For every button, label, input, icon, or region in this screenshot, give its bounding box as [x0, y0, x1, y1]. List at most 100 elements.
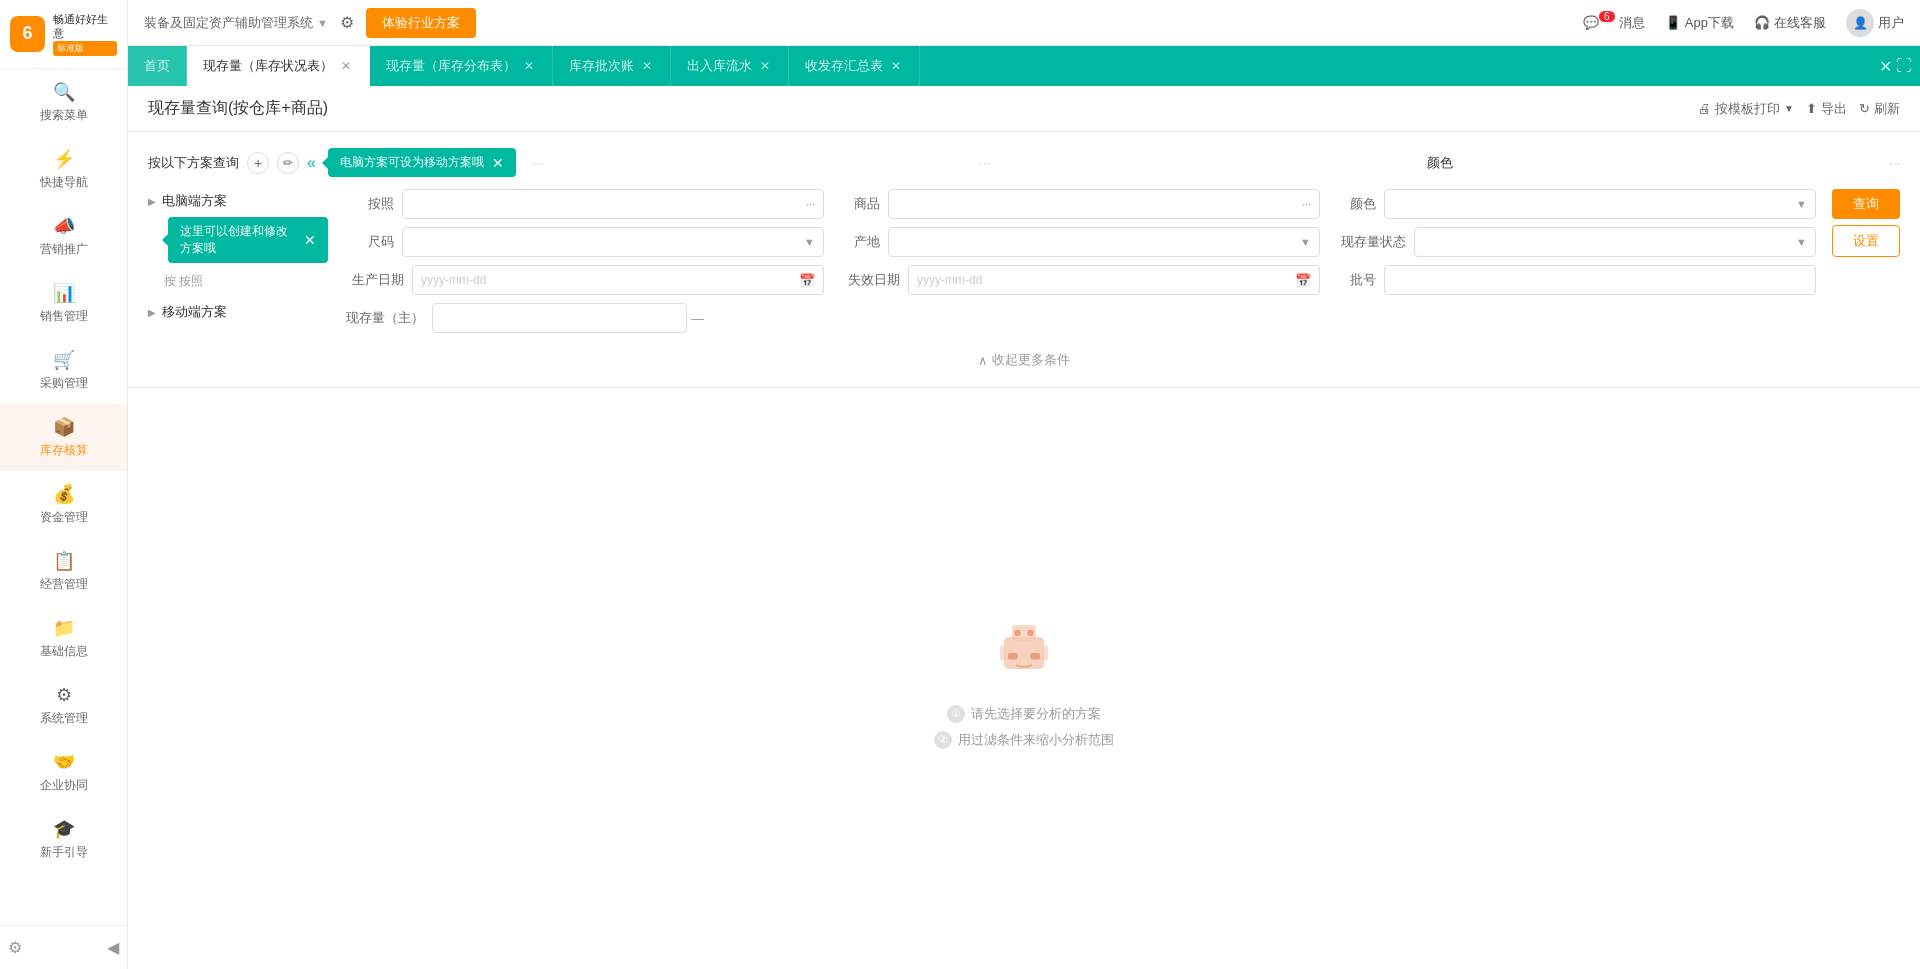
filter-row-expire-date: 失效日期 yyyy-mm-dd 📅 — [840, 265, 1320, 295]
reset-button[interactable]: 设置 — [1832, 225, 1900, 257]
settings-icon[interactable]: ⚙ — [340, 13, 354, 32]
filter-edit-button[interactable]: ✏ — [277, 152, 299, 174]
settings-bottom-icon[interactable]: ⚙ — [8, 938, 22, 957]
experience-button[interactable]: 体验行业方案 — [366, 8, 476, 38]
sidebar-item-enterprise[interactable]: 🤝 企业协同 — [0, 739, 127, 806]
search-button[interactable]: 查询 — [1832, 189, 1900, 219]
page-actions: 🖨 按模板打印 ▼ ⬆ 导出 ↻ 刷新 — [1698, 100, 1900, 118]
app-download-action[interactable]: 📱 App下载 — [1665, 14, 1734, 32]
tab-receive-send[interactable]: 收发存汇总表 ✕ — [789, 46, 920, 86]
filter-arrow-button[interactable]: « — [307, 154, 316, 172]
dropdown-chevron-icon: ▼ — [317, 17, 328, 29]
prod-date-input[interactable]: yyyy-mm-dd 📅 — [412, 265, 824, 295]
sidebar-item-marketing[interactable]: 📣 营销推广 — [0, 203, 127, 270]
mobile-scheme-arrow-icon: ▶ — [148, 307, 156, 318]
tooltip-bubble-1: 电脑方案可设为移动方案哦 ✕ — [328, 148, 516, 177]
tab-home[interactable]: 首页 — [128, 46, 187, 86]
tab-receive-send-close[interactable]: ✕ — [889, 59, 903, 73]
origin-chevron-icon: ▼ — [1300, 236, 1311, 248]
tab-in-out-flow[interactable]: 出入库流水 ✕ — [671, 46, 789, 86]
tab-batch-account[interactable]: 库存批次账 ✕ — [553, 46, 671, 86]
size-select[interactable]: ▼ — [402, 227, 824, 257]
basics-icon: 📁 — [53, 617, 75, 639]
stock-status-select[interactable]: ▼ — [1414, 227, 1816, 257]
expire-date-input[interactable]: yyyy-mm-dd 📅 — [908, 265, 1320, 295]
tab-in-out-flow-label: 出入库流水 — [687, 57, 752, 75]
color-filter-dots: ··· — [1889, 155, 1900, 170]
sidebar-item-quick-nav[interactable]: ⚡ 快捷导航 — [0, 136, 127, 203]
sidebar-item-purchase[interactable]: 🛒 采购管理 — [0, 337, 127, 404]
goods-label: 商品 — [840, 195, 880, 213]
system-name-label: 装备及固定资产辅助管理系统 — [144, 14, 313, 32]
goods-select[interactable]: ··· — [888, 189, 1320, 219]
scheme-desktop[interactable]: ▶ 电脑端方案 — [148, 189, 328, 213]
user-action[interactable]: 👤 用户 — [1846, 9, 1904, 37]
sidebar-item-system[interactable]: ⚙ 系统管理 — [0, 672, 127, 739]
newbie-icon: 🎓 — [53, 818, 75, 840]
filter-dots-1: ··· — [532, 155, 543, 170]
sidebar: 6 畅通好好生意 标准版 🔍 搜索菜单 ⚡ 快捷导航 📣 营销推广 📊 销售管理… — [0, 0, 128, 969]
close-tab-btn[interactable]: ✕ — [1879, 57, 1892, 76]
calendar-icon-expire: 📅 — [1295, 273, 1311, 288]
filter-row-stock-status: 现存量状态 ▼ — [1336, 227, 1816, 257]
top-header: 装备及固定资产辅助管理系统 ▼ ⚙ 体验行业方案 💬 6 消息 📱 App下载 … — [128, 0, 1920, 46]
svg-rect-6 — [1000, 645, 1006, 661]
tab-inventory-status[interactable]: 现存量（库存状况表） ✕ — [187, 46, 370, 86]
tab-batch-account-label: 库存批次账 — [569, 57, 634, 75]
filter-add-button[interactable]: + — [247, 152, 269, 174]
color-select[interactable]: ▼ — [1384, 189, 1816, 219]
tab-receive-send-label: 收发存汇总表 — [805, 57, 883, 75]
sidebar-bottom: ⚙ ◀ — [0, 925, 127, 969]
tooltip-1-close[interactable]: ✕ — [492, 155, 504, 171]
refresh-button[interactable]: ↻ 刷新 — [1859, 100, 1900, 118]
warehouse-select[interactable]: ··· — [402, 189, 824, 219]
stock-qty-min-input[interactable] — [432, 303, 687, 333]
sidebar-item-search[interactable]: 🔍 搜索菜单 — [0, 69, 127, 136]
sidebar-item-basics[interactable]: 📁 基础信息 — [0, 605, 127, 672]
top-header-right: 💬 6 消息 📱 App下载 🎧 在线客服 👤 用户 — [1583, 9, 1904, 37]
content-area: 现存量查询(按仓库+商品) 🖨 按模板打印 ▼ ⬆ 导出 ↻ 刷新 — [128, 86, 1920, 969]
operations-icon: 📋 — [53, 550, 75, 572]
sidebar-item-operations[interactable]: 📋 经营管理 — [0, 538, 127, 605]
origin-select[interactable]: ▼ — [888, 227, 1320, 257]
logo-badge: 标准版 — [53, 41, 117, 56]
collapse-sidebar-icon[interactable]: ◀ — [107, 938, 119, 957]
scheme-tree: ▶ 电脑端方案 这里可以创建和修改方案哦 ✕ 按 按照 ▶ — [148, 189, 328, 324]
tab-inventory-dist-label: 现存量（库存分布表） — [386, 57, 516, 75]
filter-header: 按以下方案查询 + ✏ « 电脑方案可设为移动方案哦 ✕ ··· ··· 颜色 … — [148, 148, 1900, 177]
tab-batch-account-close[interactable]: ✕ — [640, 59, 654, 73]
message-badge: 6 — [1599, 11, 1615, 22]
origin-label: 产地 — [840, 233, 880, 251]
maximize-tab-btn[interactable]: ⛶ — [1896, 57, 1912, 75]
online-support-action[interactable]: 🎧 在线客服 — [1754, 14, 1826, 32]
marketing-icon: 📣 — [53, 215, 75, 237]
stock-qty-sep: — — [691, 311, 704, 326]
svg-point-3 — [1027, 629, 1033, 635]
stock-status-chevron-icon: ▼ — [1796, 236, 1807, 248]
sidebar-item-finance[interactable]: 💰 资金管理 — [0, 471, 127, 538]
svg-rect-7 — [1042, 645, 1048, 661]
export-button[interactable]: ⬆ 导出 — [1806, 100, 1847, 118]
template-print-chevron: ▼ — [1784, 103, 1794, 114]
system-name-dropdown[interactable]: 装备及固定资产辅助管理系统 ▼ — [144, 14, 328, 32]
tab-end-buttons: ✕ ⛶ — [1871, 57, 1920, 76]
tab-inventory-dist-close[interactable]: ✕ — [522, 59, 536, 73]
sidebar-item-sales[interactable]: 📊 销售管理 — [0, 270, 127, 337]
tab-inventory-status-close[interactable]: ✕ — [339, 59, 353, 73]
template-print-button[interactable]: 🖨 按模板打印 ▼ — [1698, 100, 1794, 118]
scheme-mobile[interactable]: ▶ 移动端方案 — [148, 300, 328, 324]
size-chevron-icon: ▼ — [804, 236, 815, 248]
tooltip-2-close[interactable]: ✕ — [304, 232, 316, 248]
desktop-arrow-icon: ▶ — [148, 196, 156, 207]
sidebar-item-inventory[interactable]: 📦 库存核算 — [0, 404, 127, 471]
tab-in-out-flow-close[interactable]: ✕ — [758, 59, 772, 73]
batch-input[interactable] — [1384, 265, 1816, 295]
color-filter-label: 颜色 — [1427, 154, 1453, 172]
expire-date-label: 失效日期 — [840, 271, 900, 289]
message-action[interactable]: 💬 6 消息 — [1583, 14, 1645, 32]
collapse-row[interactable]: ∧ 收起更多条件 — [148, 341, 1900, 379]
tab-inventory-dist[interactable]: 现存量（库存分布表） ✕ — [370, 46, 553, 86]
stock-qty-range: — — [432, 303, 704, 333]
sidebar-item-newbie[interactable]: 🎓 新手引导 — [0, 806, 127, 873]
action-buttons: 查询 设置 — [1832, 189, 1900, 257]
